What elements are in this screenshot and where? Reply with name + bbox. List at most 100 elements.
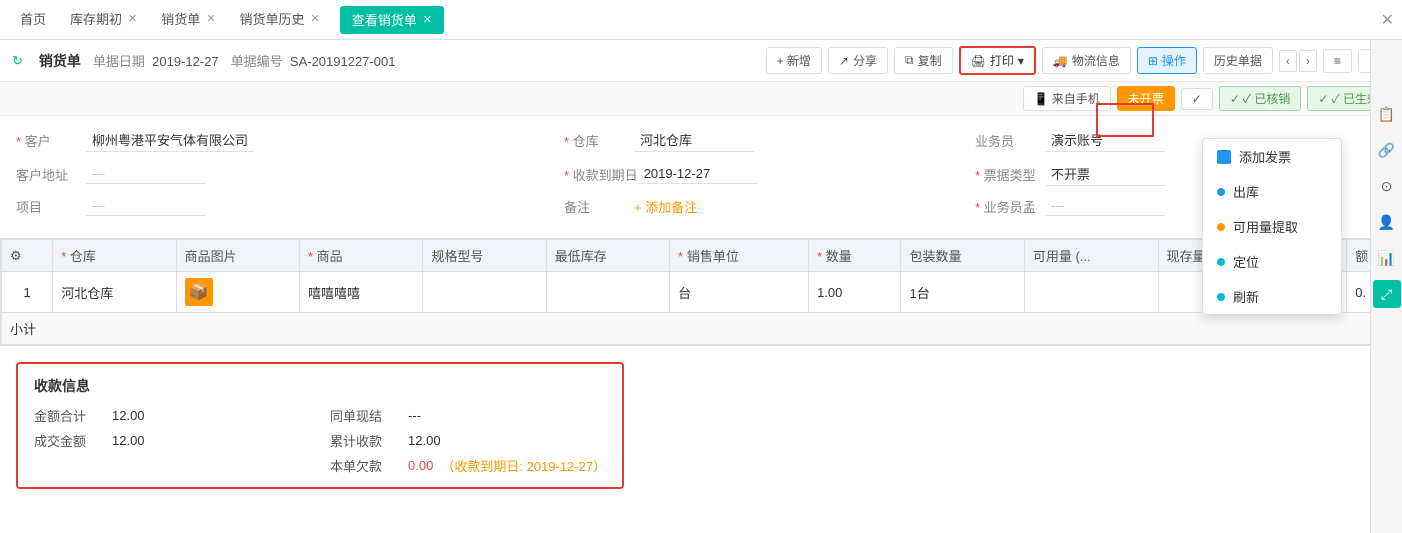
tab-home[interactable]: 首页 [8, 0, 58, 40]
row-warehouse: 河北仓库 [53, 272, 176, 313]
row-available [1024, 272, 1158, 313]
date-meta: 单据日期 2019-12-27 [93, 51, 219, 70]
check-icon: ✓ [1192, 92, 1202, 106]
ticket-label: 票据类型 [975, 165, 1045, 184]
share-button[interactable]: ↗ 分享 [828, 47, 888, 74]
available-label: 可用量提取 [1233, 217, 1298, 236]
tab-sales[interactable]: 销货单 ✕ [149, 0, 227, 40]
owe-value: 0.00 [408, 458, 433, 473]
col-image: 商品图片 [176, 240, 299, 272]
new-button[interactable]: + 新增 [766, 47, 822, 74]
effective-icon: ✓ [1318, 92, 1328, 106]
number-meta: 单据编号 SA-20191227-001 [231, 51, 396, 70]
checked-button[interactable]: ✓ ✓ 已核销 [1219, 86, 1302, 111]
window-close-button[interactable]: ✕ [1381, 12, 1394, 29]
operation-button[interactable]: ⊞ 操作 [1137, 47, 1197, 74]
print-button[interactable]: 🖨 打印 ▾ [959, 46, 1036, 75]
dropdown-outbound[interactable]: 出库 [1203, 174, 1341, 209]
tab-history-label: 销货单历史 [239, 9, 304, 28]
payment-grid: 金额合计 12.00 同单现结 --- 成交金额 12.00 累计收款 12.0… [34, 406, 606, 475]
ticket-value[interactable]: 不开票 [1045, 162, 1165, 186]
project-field: 项目 --- [16, 196, 564, 216]
history-button[interactable]: 历史单据 [1203, 47, 1273, 74]
payment-owe: 本单欠款 0.00 （收款到期日: 2019-12-27） [330, 456, 606, 475]
address-field: 客户地址 --- [16, 164, 564, 184]
action-bar: 📱 来自手机 未开票 ✓ ✓ ✓ 已核销 ✓ ✓ 已生效 [0, 82, 1402, 116]
open-ticket-button[interactable]: 未开票 [1117, 86, 1175, 111]
print-label: 打印 [990, 52, 1014, 69]
share-label: 分享 [853, 52, 877, 69]
staff-value: 演示账号 [1045, 128, 1165, 152]
tab-view-close[interactable]: ✕ [423, 13, 432, 26]
tab-sales-close[interactable]: ✕ [206, 12, 215, 25]
view1-button[interactable]: ≡ [1323, 49, 1352, 73]
available-icon [1217, 223, 1225, 231]
project-label: 项目 [16, 197, 86, 216]
locate-icon [1217, 258, 1225, 266]
tab-stock-close[interactable]: ✕ [128, 12, 137, 25]
address-value[interactable]: --- [86, 164, 206, 184]
due-date-label: 收款到期日 [564, 165, 638, 184]
history-label: 历史单据 [1214, 52, 1262, 69]
refresh-label: 刷新 [1233, 287, 1259, 306]
sidebar-icon-5[interactable]: 📊 [1373, 244, 1401, 272]
copy-button[interactable]: ⧉ 复制 [894, 47, 953, 74]
staff-label: 业务员 [975, 131, 1045, 150]
logistics-icon: 🚚 [1053, 54, 1068, 68]
form-row-3: 项目 --- 备注 添加备注 业务员孟 --- [16, 196, 1386, 216]
share-icon: ↗ [839, 54, 849, 68]
dropdown-locate[interactable]: 定位 [1203, 244, 1341, 279]
row-index: 1 [2, 272, 53, 313]
copy-icon: ⧉ [905, 53, 914, 68]
col-min-stock: 最低库存 [546, 240, 669, 272]
col-spec: 规格型号 [423, 240, 546, 272]
tab-sales-label: 销货单 [161, 9, 200, 28]
print-dropdown-icon: ▾ [1018, 54, 1024, 68]
dropdown-add-invoice[interactable]: 添加发票 [1203, 139, 1341, 174]
sidebar-icon-4[interactable]: 👤 [1373, 208, 1401, 236]
add-note-button[interactable]: 添加备注 [634, 197, 697, 216]
tab-bar-right: ✕ [1381, 10, 1394, 30]
note-label: 备注 [564, 197, 634, 216]
data-table: ⚙ 仓库 商品图片 商品 规格型号 最低库存 销售单位 数量 包装数量 可用量 … [1, 239, 1401, 345]
row-unit: 台 [670, 272, 809, 313]
phone-button[interactable]: 📱 来自手机 [1023, 86, 1111, 111]
payment-title: 收款信息 [34, 376, 606, 396]
logistics-button[interactable]: 🚚 物流信息 [1042, 47, 1131, 74]
tab-stock[interactable]: 库存期初 ✕ [58, 0, 149, 40]
subtotal-label: 小计 [2, 313, 1401, 345]
same-order-label: 同单现结 [330, 406, 400, 425]
salesman-value[interactable]: --- [1045, 196, 1165, 216]
outbound-label: 出库 [1233, 182, 1259, 201]
col-unit: 销售单位 [670, 240, 809, 272]
sidebar-icon-expand[interactable]: ⤢ [1373, 280, 1401, 308]
warehouse-field: 仓库 河北仓库 [564, 128, 975, 152]
nav-prev-button[interactable]: ‹ [1279, 50, 1297, 72]
nav-next-button[interactable]: › [1299, 50, 1317, 72]
col-pack-qty: 包装数量 [901, 240, 1024, 272]
dropdown-available[interactable]: 可用量提取 [1203, 209, 1341, 244]
due-date-value[interactable]: 2019-12-27 [638, 164, 758, 184]
row-product: 嘻嘻嘻嘻 [300, 272, 423, 313]
copy-label: 复制 [918, 52, 942, 69]
owe-label: 本单欠款 [330, 456, 400, 475]
sidebar-icon-1[interactable]: 📋 [1373, 100, 1401, 128]
add-invoice-icon [1217, 150, 1231, 164]
tab-view[interactable]: 查看销货单 ✕ [340, 6, 444, 34]
customer-value[interactable]: 柳州粤港平安气体有限公司 [86, 128, 254, 152]
row-image: 📦 [176, 272, 299, 313]
product-image: 📦 [185, 278, 213, 306]
sidebar-icon-2[interactable]: 🔗 [1373, 136, 1401, 164]
warehouse-value[interactable]: 河北仓库 [634, 128, 754, 152]
add-invoice-label: 添加发票 [1239, 147, 1291, 166]
project-value[interactable]: --- [86, 196, 206, 216]
table-header-row: ⚙ 仓库 商品图片 商品 规格型号 最低库存 销售单位 数量 包装数量 可用量 … [2, 240, 1401, 272]
tab-history-close[interactable]: ✕ [311, 12, 320, 25]
tab-history[interactable]: 销货单历史 ✕ [227, 0, 331, 40]
col-product: 商品 [300, 240, 423, 272]
subtotal-row: 小计 [2, 313, 1401, 345]
check-icon-btn[interactable]: ✓ [1181, 88, 1213, 110]
refresh-icon [1217, 293, 1225, 301]
sidebar-icon-3[interactable]: ⊙ [1373, 172, 1401, 200]
dropdown-refresh[interactable]: 刷新 [1203, 279, 1341, 314]
